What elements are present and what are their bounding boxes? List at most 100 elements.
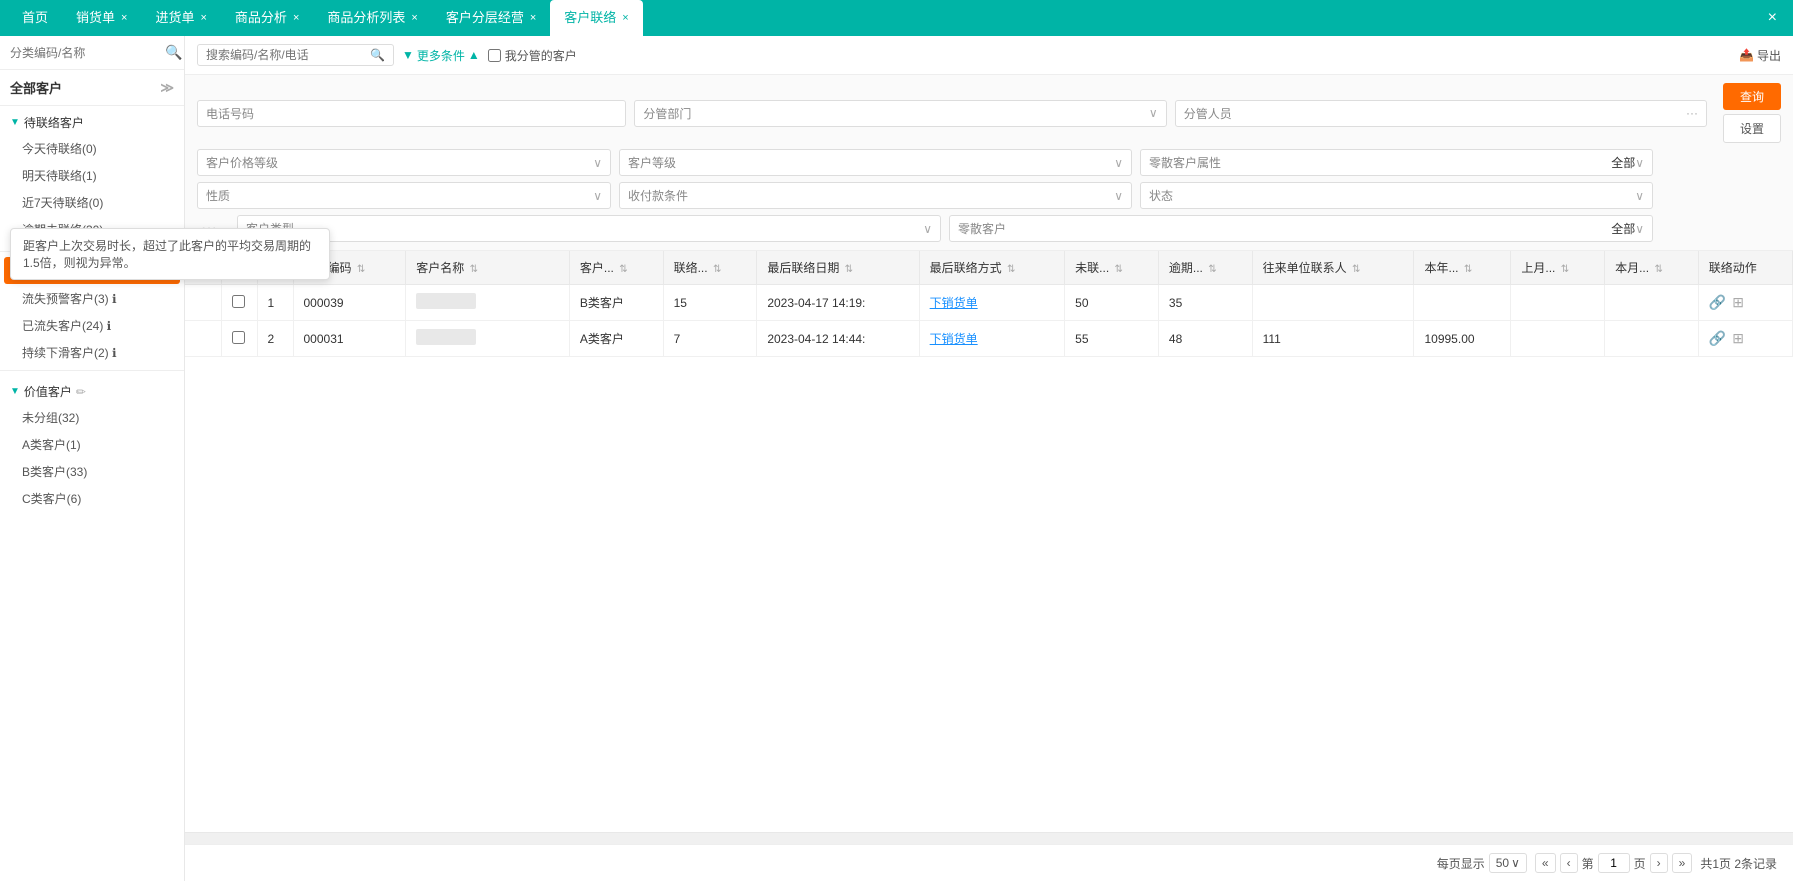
th-contacts[interactable]: 联络... ⇅: [663, 251, 757, 285]
search-input[interactable]: [206, 48, 366, 62]
first-page-button[interactable]: «: [1535, 853, 1556, 873]
filter-dept[interactable]: 分管部门 ∨: [634, 100, 1166, 127]
link-last-method-2[interactable]: 下销货单: [930, 332, 978, 346]
prev-page-button[interactable]: ‹: [1560, 853, 1578, 873]
th-this-month[interactable]: 本月... ⇅: [1605, 251, 1699, 285]
sidebar-item-churned[interactable]: 已流失客户(24) ℹ: [0, 312, 184, 339]
close-icon-analysis[interactable]: ×: [293, 0, 299, 36]
td-code-1: 000039: [293, 285, 406, 321]
next-page-button[interactable]: ›: [1650, 853, 1668, 873]
horizontal-scrollbar[interactable]: [185, 832, 1793, 844]
sidebar-item-b-class[interactable]: B类客户(33): [0, 458, 184, 485]
td-checkbox-1[interactable]: [221, 285, 257, 321]
my-customer-checkbox[interactable]: [488, 49, 501, 62]
sidebar-item-a-class[interactable]: A类客户(1): [0, 431, 184, 458]
grid-icon-1[interactable]: ⊞: [1732, 294, 1744, 311]
nav-item-purchase[interactable]: 进货单 ×: [141, 0, 220, 36]
close-icon-sales[interactable]: ×: [121, 0, 127, 36]
value-customers-group-title[interactable]: ▼ 价值客户 ✏: [0, 379, 184, 404]
td-last-date-2: 2023-04-12 14:44:: [757, 321, 919, 357]
nav-item-customer-layer[interactable]: 客户分层经营 ×: [432, 0, 550, 36]
row1-checkbox[interactable]: [232, 295, 245, 308]
th-name[interactable]: 客户名称 ⇅: [406, 251, 570, 285]
nav-item-customer-contact[interactable]: 客户联络 ×: [550, 0, 642, 36]
main-layout: 🔍 全部客户 ≫ ▼ 待联络客户 今天待联络(0) 明天待联络(1) 近7天待联…: [0, 36, 1793, 881]
link-last-method-1[interactable]: 下销货单: [930, 296, 978, 310]
close-icon-customer-contact[interactable]: ×: [622, 0, 628, 36]
nav-item-sales[interactable]: 销货单 ×: [62, 0, 141, 36]
td-last-method-2[interactable]: 下销货单: [919, 321, 1065, 357]
table-header-row: ⚙ 客户编码 ⇅ 客户名称 ⇅ 客户... ⇅: [185, 251, 1793, 285]
nav-label-sales: 销货单: [76, 0, 115, 36]
settings-button[interactable]: 设置: [1723, 114, 1781, 143]
th-this-year[interactable]: 本年... ⇅: [1414, 251, 1511, 285]
edit-icon[interactable]: ✏: [76, 385, 86, 399]
td-not-contacted-2: 55: [1065, 321, 1159, 357]
sidebar-search-icon[interactable]: 🔍: [165, 44, 182, 61]
filter-status[interactable]: 状态 ∨: [1140, 182, 1653, 209]
sidebar-item-today[interactable]: 今天待联络(0): [0, 135, 184, 162]
nav-label-analysis-list: 商品分析列表: [327, 0, 405, 36]
th-last-method[interactable]: 最后联络方式 ⇅: [919, 251, 1065, 285]
export-icon: 📤: [1739, 48, 1754, 62]
td-this-year-1: [1414, 285, 1511, 321]
filter-gender[interactable]: 性质 ∨: [197, 182, 611, 209]
sidebar-collapse-icon[interactable]: ≫: [160, 80, 174, 96]
sidebar-item-ungrouped[interactable]: 未分组(32): [0, 404, 184, 431]
link-icon-1[interactable]: 🔗: [1709, 294, 1726, 311]
td-checkbox-2[interactable]: [221, 321, 257, 357]
sort-icon-last-month: ⇅: [1561, 264, 1569, 275]
sidebar-item-tomorrow[interactable]: 明天待联络(1): [0, 162, 184, 189]
nav-item-home[interactable]: 首页: [8, 0, 62, 36]
per-page-select[interactable]: 50 ∨: [1489, 853, 1527, 873]
filter-price-level[interactable]: 客户价格等级 ∨: [197, 149, 611, 176]
person-more-icon[interactable]: ···: [1686, 106, 1698, 120]
page-input[interactable]: [1598, 853, 1630, 873]
filter-customer-level[interactable]: 客户等级 ∨: [619, 149, 1132, 176]
nav-item-analysis[interactable]: 商品分析 ×: [221, 0, 313, 36]
customer-type-label: 客户类型: [246, 220, 919, 237]
filter-payment[interactable]: 收付款条件 ∨: [619, 182, 1132, 209]
query-button[interactable]: 查询: [1723, 83, 1781, 110]
th-overdue[interactable]: 逾期... ⇅: [1158, 251, 1252, 285]
td-contacts-1: 15: [663, 285, 757, 321]
filter-retail-customer[interactable]: 零散客户 全部 ∨: [949, 215, 1653, 242]
per-page-selector: 每页显示 50 ∨: [1437, 853, 1527, 873]
per-page-label: 每页显示: [1437, 855, 1485, 872]
my-customer-checkbox-area[interactable]: 我分管的客户: [488, 47, 577, 64]
last-page-button[interactable]: »: [1672, 853, 1693, 873]
nav-item-analysis-list[interactable]: 商品分析列表 ×: [313, 0, 431, 36]
filter-person[interactable]: 分管人员 ···: [1175, 100, 1707, 127]
link-icon-2[interactable]: 🔗: [1709, 330, 1726, 347]
th-contact-person[interactable]: 往来单位联系人 ⇅: [1252, 251, 1414, 285]
filter-search-icon[interactable]: 🔍: [370, 48, 385, 62]
pending-contact-group-title[interactable]: ▼ 待联络客户: [0, 110, 184, 135]
window-close-button[interactable]: ×: [1760, 9, 1785, 27]
th-last-date[interactable]: 最后联络日期 ⇅: [757, 251, 919, 285]
td-last-method-1[interactable]: 下销货单: [919, 285, 1065, 321]
td-level-1: B类客户: [569, 285, 663, 321]
td-contact-person-2: 111: [1252, 321, 1414, 357]
close-icon-analysis-list[interactable]: ×: [411, 0, 417, 36]
th-last-month[interactable]: 上月... ⇅: [1511, 251, 1605, 285]
close-icon-purchase[interactable]: ×: [200, 0, 206, 36]
th-not-contacted[interactable]: 未联... ⇅: [1065, 251, 1159, 285]
more-conditions-button[interactable]: ▼ 更多条件 ▲: [402, 47, 480, 64]
sidebar-item-c-class[interactable]: C类客户(6): [0, 485, 184, 512]
grid-icon-2[interactable]: ⊞: [1732, 330, 1744, 347]
scroll-inner: [185, 833, 1793, 834]
sidebar-search-input[interactable]: [10, 46, 165, 60]
th-level[interactable]: 客户... ⇅: [569, 251, 663, 285]
filter-customer-type[interactable]: 客户类型 ∨: [237, 215, 941, 242]
export-button[interactable]: 📤 导出: [1739, 47, 1781, 64]
sidebar-item-7days[interactable]: 近7天待联络(0): [0, 189, 184, 216]
close-icon-customer-layer[interactable]: ×: [530, 0, 536, 36]
sidebar-item-declining[interactable]: 持续下滑客户(2) ℹ: [0, 339, 184, 366]
row2-checkbox[interactable]: [232, 331, 245, 344]
filter-phone[interactable]: 电话号码: [197, 100, 626, 127]
filter-retail-attr[interactable]: 零散客户属性 全部 ∨: [1140, 149, 1653, 176]
export-label: 导出: [1757, 47, 1781, 64]
status-label: 状态: [1149, 187, 1631, 204]
td-last-month-1: [1511, 285, 1605, 321]
sidebar-item-churn-warning[interactable]: 流失预警客户(3) ℹ: [0, 285, 184, 312]
